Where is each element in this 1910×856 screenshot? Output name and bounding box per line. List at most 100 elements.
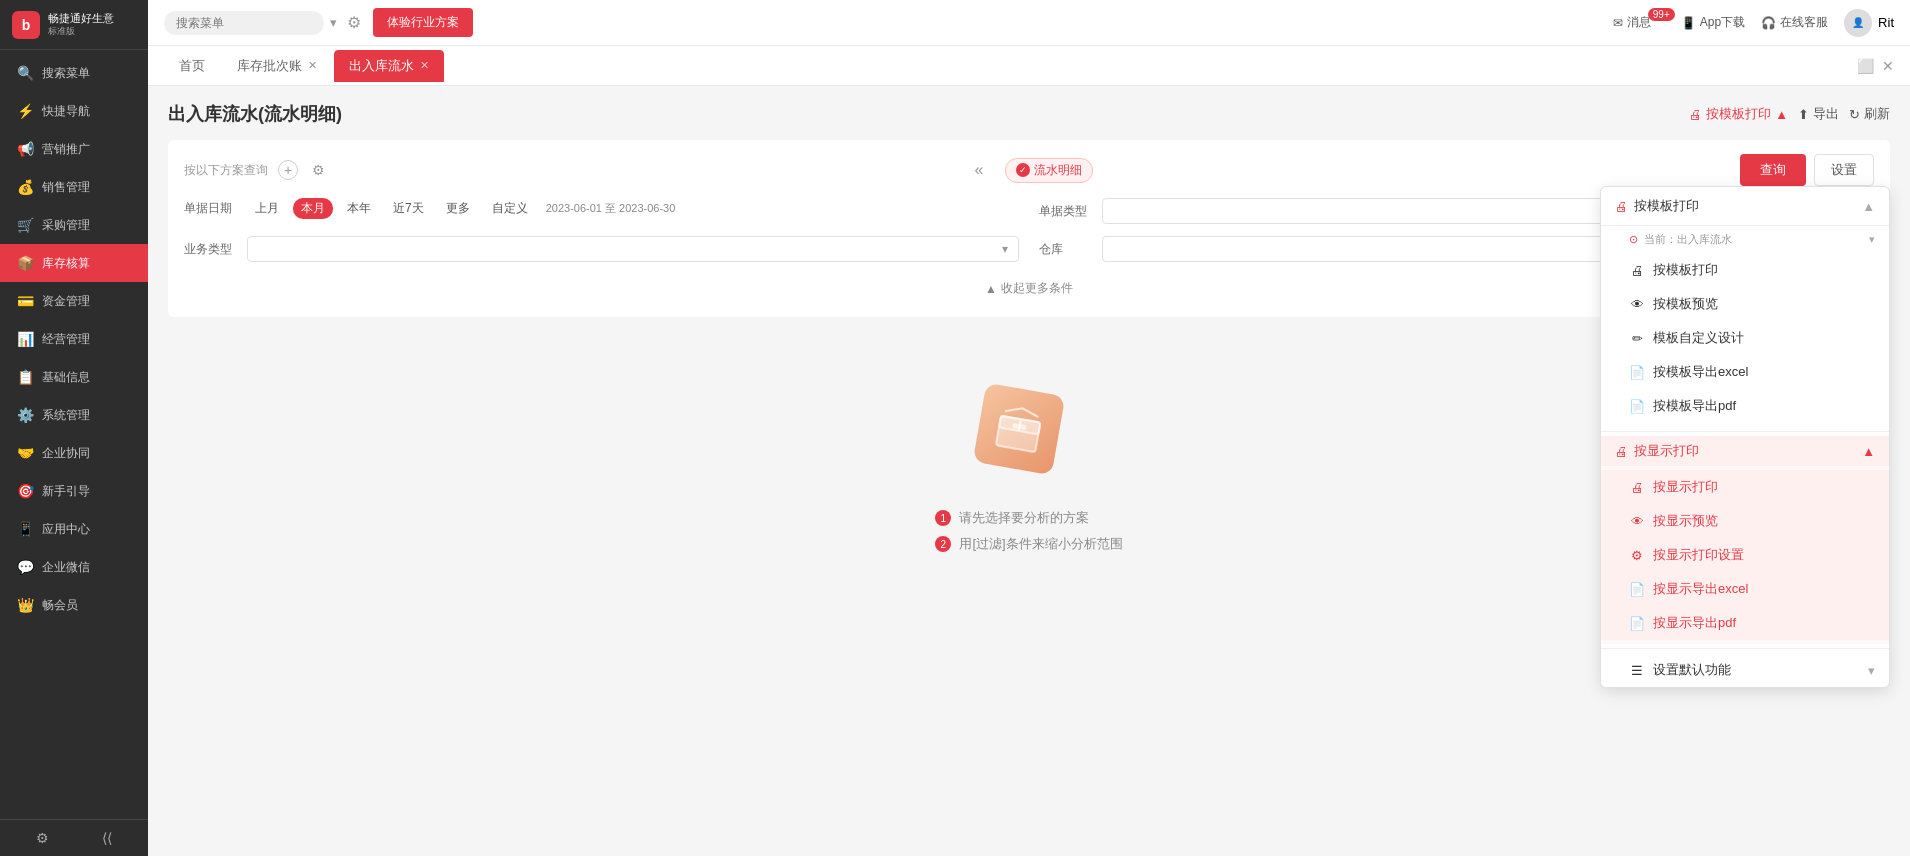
app-version: 标准版 [48,25,114,38]
sidebar-item-sales[interactable]: 💰 销售管理 [0,168,148,206]
print-icon-2: 🖨 [1629,262,1645,278]
sidebar-item-finance[interactable]: 💳 资金管理 [0,282,148,320]
filter-settings-btn[interactable]: 设置 [1814,154,1874,186]
filter-date-item: 单据日期 上月 本月 本年 近7天 更多 自定义 2023-06-01 至 20… [184,198,1019,219]
dropdown-template-preview[interactable]: 👁 按模板预览 [1601,287,1889,321]
dropdown-template-print[interactable]: 🖨 按模板打印 [1601,253,1889,287]
sidebar-item-cooperation[interactable]: 🤝 企业协同 [0,434,148,472]
chart-icon: 📊 [16,330,34,348]
dropdown-template-pdf[interactable]: 📄 按模板导出pdf [1601,389,1889,423]
filter-add-btn[interactable]: + [278,160,298,180]
sidebar-item-search[interactable]: 🔍 搜索菜单 [0,54,148,92]
tab-batch[interactable]: 库存批次账 ✕ [222,50,332,82]
sidebar-item-apps[interactable]: 📱 应用中心 [0,510,148,548]
search-icon: 🔍 [16,64,34,82]
sidebar-settings-btn[interactable]: ⚙ [36,830,49,846]
dropdown-template-excel[interactable]: 📄 按模板导出excel [1601,355,1889,389]
messages-btn[interactable]: ✉ 消息 99+ [1613,14,1665,31]
topbar-right: ✉ 消息 99+ 📱 App下载 🎧 在线客服 👤 Rit [1613,9,1894,37]
tab-flow-close[interactable]: ✕ [420,59,429,72]
dropdown-current-label: ⊙ 当前：出入库流水 ▾ [1601,226,1889,249]
dropdown-set-default[interactable]: ☰ 设置默认功能 ▾ [1601,653,1889,687]
sidebar-item-basic[interactable]: 📋 基础信息 [0,358,148,396]
dropdown-display-print[interactable]: 🖨 按显示打印 [1601,470,1889,504]
page-title: 出入库流水(流水明细) [168,102,342,126]
box-svg-icon [990,400,1048,458]
list-icon: 📋 [16,368,34,386]
excel-icon: 📄 [1629,364,1645,380]
chevron-up-icon-2: ▲ [985,282,997,296]
sidebar-item-guide[interactable]: 🎯 新手引导 [0,472,148,510]
date-btn-current-month[interactable]: 本月 [293,198,333,219]
sidebar-item-operations[interactable]: 📊 经营管理 [0,320,148,358]
query-btn[interactable]: 查询 [1740,154,1806,186]
design-icon: ✏ [1629,330,1645,346]
dropdown-display-excel[interactable]: 📄 按显示导出excel [1601,572,1889,606]
warehouse-label: 仓库 [1039,241,1094,258]
date-btn-more[interactable]: 更多 [438,198,478,219]
sidebar-item-shortcuts[interactable]: ⚡ 快捷导航 [0,92,148,130]
app-download-btn[interactable]: 📱 App下载 [1681,14,1745,31]
date-btn-last-month[interactable]: 上月 [247,198,287,219]
dropdown-display-section-header[interactable]: 🖨 按显示打印 ▲ [1601,436,1889,466]
dropdown-header: 🖨 按模板打印 ▲ [1601,187,1889,226]
sidebar: b 畅捷通好生意 标准版 🔍 搜索菜单 ⚡ 快捷导航 📢 营销推广 💰 销售管理… [0,0,148,856]
messages-badge: 99+ [1648,8,1675,21]
dropdown-display-pdf[interactable]: 📄 按显示导出pdf [1601,606,1889,640]
sidebar-bottom: ⚙ ⟨⟨ [0,819,148,856]
topbar-gear-icon[interactable]: ⚙ [347,13,361,32]
date-btn-last-7[interactable]: 近7天 [385,198,432,219]
refresh-icon: ↻ [1849,107,1860,122]
user-menu-btn[interactable]: 👤 Rit [1844,9,1894,37]
sidebar-collapse-btn[interactable]: ⟨⟨ [102,830,112,846]
filter-biz-item: 业务类型 ▾ [184,236,1019,262]
empty-text-list: 1 请先选择要分析的方案 2 用[过滤]条件来缩小分析范围 [935,509,1122,561]
search-input[interactable] [164,11,324,35]
dropdown-divider-1 [1601,431,1889,432]
sidebar-item-marketing[interactable]: 📢 营销推广 [0,130,148,168]
refresh-btn[interactable]: ↻ 刷新 [1849,105,1890,123]
date-label: 单据日期 [184,200,239,217]
avatar: 👤 [1844,9,1872,37]
date-options: 上月 本月 本年 近7天 更多 自定义 2023-06-01 至 2023-06… [247,198,675,219]
pdf-icon: 📄 [1629,398,1645,414]
tab-home[interactable]: 首页 [164,50,220,82]
filter-collapse-btn[interactable]: « [975,161,984,179]
tab-maximize-btn[interactable]: ⬜ [1857,58,1874,74]
topbar-left: ▾ ⚙ 体验行业方案 [164,8,1613,37]
sidebar-item-inventory[interactable]: 📦 库存核算 [0,244,148,282]
sidebar-nav: 🔍 搜索菜单 ⚡ 快捷导航 📢 营销推广 💰 销售管理 🛒 采购管理 📦 库存核… [0,50,148,819]
display-section-arrow: ▲ [1862,444,1875,459]
sidebar-item-system[interactable]: ⚙️ 系统管理 [0,396,148,434]
phone-download-icon: 📱 [1681,16,1696,30]
chevron-up-icon: ▲ [1775,107,1788,122]
date-btn-custom[interactable]: 自定义 [484,198,536,219]
online-service-btn[interactable]: 🎧 在线客服 [1761,14,1828,31]
filter-settings-icon[interactable]: ⚙ [308,160,328,180]
sidebar-item-wechat[interactable]: 💬 企业微信 [0,548,148,586]
dropdown-close-arrow[interactable]: ▲ [1862,199,1875,214]
template-print-btn[interactable]: 🖨 按模板打印 ▲ [1689,105,1788,123]
dropdown-display-preview[interactable]: 👁 按显示预览 [1601,504,1889,538]
display-excel-icon: 📄 [1629,581,1645,597]
search-dropdown-icon[interactable]: ▾ [330,15,337,30]
tab-batch-close[interactable]: ✕ [308,59,317,72]
default-icon: ☰ [1629,662,1645,678]
biz-select[interactable]: ▾ [247,236,1019,262]
sidebar-item-member[interactable]: 👑 畅会员 [0,586,148,624]
dropdown-panel: 🖨 按模板打印 ▲ ⊙ 当前：出入库流水 ▾ 🖨 按模板打印 [1600,186,1890,688]
display-print-icon: 🖨 [1629,479,1645,495]
promo-button[interactable]: 体验行业方案 [373,8,473,37]
tab-flow[interactable]: 出入库流水 ✕ [334,50,444,82]
date-btn-current-year[interactable]: 本年 [339,198,379,219]
empty-icon-inner [973,383,1066,476]
tab-close-all-btn[interactable]: ✕ [1882,58,1894,74]
export-btn[interactable]: ⬆ 导出 [1798,105,1839,123]
app-name: 畅捷通好生意 [48,11,114,25]
dropdown-template-customize[interactable]: ✏ 模板自定义设计 [1601,321,1889,355]
sidebar-item-purchase[interactable]: 🛒 采购管理 [0,206,148,244]
dropdown-display-settings[interactable]: ⚙ 按显示打印设置 [1601,538,1889,572]
tabs-bar: 首页 库存批次账 ✕ 出入库流水 ✕ ⬜ ✕ [148,46,1910,86]
dropdown-current-arrow: ▾ [1869,233,1875,246]
step2-num: 2 [935,536,951,552]
